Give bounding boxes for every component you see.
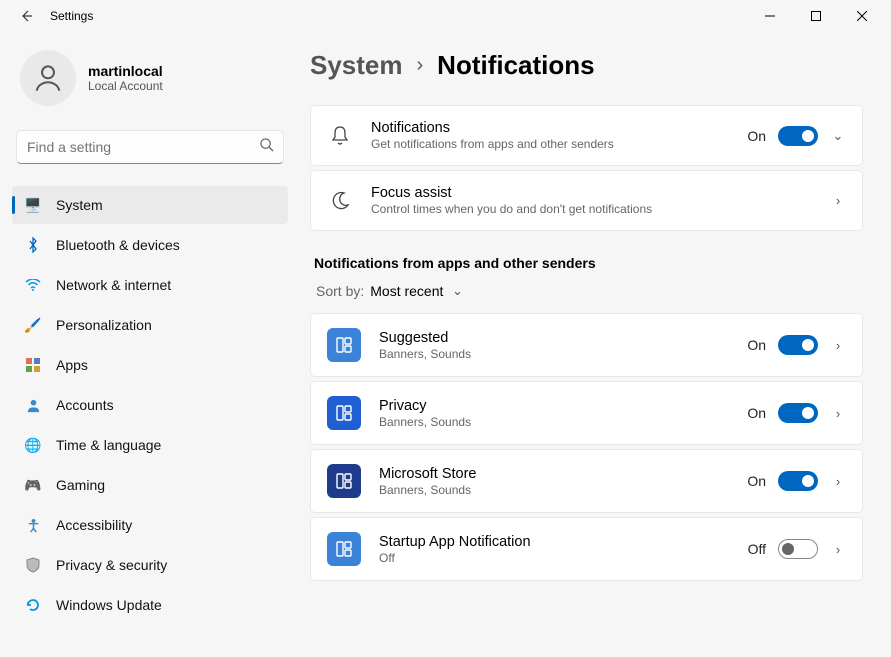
chevron-right-icon[interactable]: › — [830, 406, 846, 421]
moon-icon — [327, 191, 353, 211]
sort-dropdown[interactable]: Sort by: Most recent ⌄ — [316, 283, 863, 299]
sidebar-item-label: Privacy & security — [56, 557, 167, 573]
app-icon — [327, 396, 361, 430]
chevron-right-icon[interactable]: › — [830, 542, 846, 557]
user-header[interactable]: martinlocal Local Account — [12, 32, 288, 130]
card-subtitle: Get notifications from apps and other se… — [371, 137, 729, 151]
user-type: Local Account — [88, 79, 163, 93]
app-title: Suggested — [379, 330, 729, 346]
app-toggle[interactable] — [778, 335, 818, 355]
update-icon — [24, 596, 42, 614]
toggle-state: On — [747, 128, 766, 144]
gamepad-icon: 🎮 — [24, 476, 42, 494]
notifications-card[interactable]: Notifications Get notifications from app… — [310, 105, 863, 166]
sidebar-item-bluetooth[interactable]: Bluetooth & devices — [12, 226, 288, 264]
app-subtitle: Banners, Sounds — [379, 347, 729, 361]
app-row[interactable]: Suggested Banners, Sounds On › — [310, 313, 863, 377]
globe-icon: 🌐 — [24, 436, 42, 454]
search-icon — [259, 137, 274, 157]
sidebar-item-label: Gaming — [56, 477, 105, 493]
toggle-state: On — [747, 473, 766, 489]
app-icon — [327, 328, 361, 362]
app-icon — [327, 464, 361, 498]
breadcrumb-parent[interactable]: System — [310, 50, 403, 81]
sidebar-item-accessibility[interactable]: Accessibility — [12, 506, 288, 544]
section-title: Notifications from apps and other sender… — [314, 255, 863, 271]
sidebar-item-label: System — [56, 197, 103, 213]
chevron-right-icon[interactable]: › — [830, 474, 846, 489]
sort-label: Sort by: — [316, 283, 364, 299]
person-icon — [24, 396, 42, 414]
window-title: Settings — [50, 9, 93, 23]
system-icon: 🖥️ — [24, 196, 42, 214]
app-toggle[interactable] — [778, 471, 818, 491]
sidebar-item-label: Apps — [56, 357, 88, 373]
avatar — [20, 50, 76, 106]
sidebar-item-label: Personalization — [56, 317, 152, 333]
sidebar-item-label: Bluetooth & devices — [56, 237, 180, 253]
breadcrumb: System › Notifications — [310, 50, 863, 81]
app-icon — [327, 532, 361, 566]
apps-icon — [24, 356, 42, 374]
card-title: Notifications — [371, 120, 729, 136]
app-title: Microsoft Store — [379, 466, 729, 482]
search-input[interactable] — [16, 130, 284, 164]
app-title: Startup App Notification — [379, 534, 730, 550]
sidebar-item-personalization[interactable]: 🖌️ Personalization — [12, 306, 288, 344]
sidebar-item-accounts[interactable]: Accounts — [12, 386, 288, 424]
back-button[interactable] — [6, 0, 46, 32]
chevron-right-icon[interactable]: › — [830, 338, 846, 353]
chevron-right-icon[interactable]: › — [830, 193, 846, 208]
app-row[interactable]: Startup App Notification Off Off › — [310, 517, 863, 581]
user-name: martinlocal — [88, 63, 163, 79]
minimize-button[interactable] — [747, 0, 793, 32]
sidebar-item-label: Accessibility — [56, 517, 132, 533]
chevron-down-icon: ⌄ — [449, 283, 465, 299]
sidebar-item-update[interactable]: Windows Update — [12, 586, 288, 624]
sidebar-item-label: Windows Update — [56, 597, 162, 613]
sidebar-item-label: Time & language — [56, 437, 161, 453]
sidebar-item-label: Network & internet — [56, 277, 171, 293]
app-row[interactable]: Microsoft Store Banners, Sounds On › — [310, 449, 863, 513]
app-subtitle: Off — [379, 551, 730, 565]
wifi-icon — [24, 276, 42, 294]
chevron-down-icon[interactable]: ⌄ — [830, 128, 846, 144]
app-toggle[interactable] — [778, 403, 818, 423]
card-subtitle: Control times when you do and don't get … — [371, 202, 812, 216]
toggle-state: On — [747, 405, 766, 421]
focus-assist-card[interactable]: Focus assist Control times when you do a… — [310, 170, 863, 231]
notifications-toggle[interactable] — [778, 126, 818, 146]
sidebar-item-privacy[interactable]: Privacy & security — [12, 546, 288, 584]
chevron-right-icon: › — [417, 54, 424, 77]
sidebar-item-apps[interactable]: Apps — [12, 346, 288, 384]
app-title: Privacy — [379, 398, 729, 414]
close-button[interactable] — [839, 0, 885, 32]
shield-icon — [24, 556, 42, 574]
toggle-state: Off — [748, 541, 766, 557]
bell-icon — [327, 125, 353, 147]
sidebar-item-gaming[interactable]: 🎮 Gaming — [12, 466, 288, 504]
app-row[interactable]: Privacy Banners, Sounds On › — [310, 381, 863, 445]
app-toggle[interactable] — [778, 539, 818, 559]
brush-icon: 🖌️ — [24, 316, 42, 334]
sidebar-item-time[interactable]: 🌐 Time & language — [12, 426, 288, 464]
app-subtitle: Banners, Sounds — [379, 415, 729, 429]
bluetooth-icon — [24, 236, 42, 254]
sidebar-item-system[interactable]: 🖥️ System — [12, 186, 288, 224]
sort-value: Most recent — [370, 283, 443, 299]
toggle-state: On — [747, 337, 766, 353]
accessibility-icon — [24, 516, 42, 534]
sidebar-item-network[interactable]: Network & internet — [12, 266, 288, 304]
maximize-button[interactable] — [793, 0, 839, 32]
card-title: Focus assist — [371, 185, 812, 201]
app-subtitle: Banners, Sounds — [379, 483, 729, 497]
breadcrumb-current: Notifications — [437, 50, 594, 81]
sidebar-item-label: Accounts — [56, 397, 114, 413]
